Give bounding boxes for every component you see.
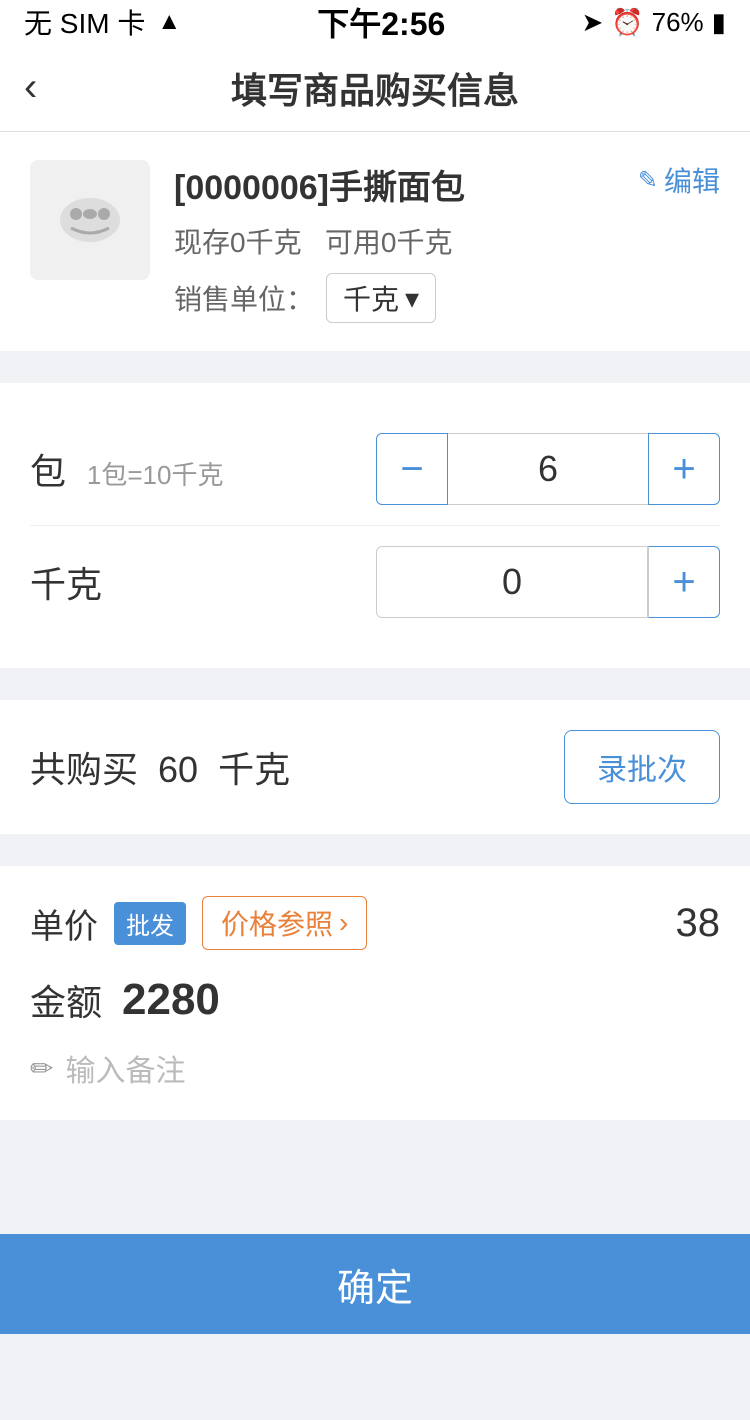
- status-bar: 无 SIM 卡 ▲ 下午2:56 ➤ ⏰ 76% ▮: [0, 0, 750, 44]
- product-thumbnail: [30, 160, 150, 280]
- separator-1: [0, 367, 750, 383]
- product-info: [0000006]手撕面包 ✎ 编辑 现存0千克 可用0千克 销售单位： 千克 …: [174, 160, 720, 323]
- alarm-icon: ⏰: [611, 7, 643, 38]
- battery-icon: ▮: [712, 7, 726, 38]
- qty-plus-bao[interactable]: +: [648, 433, 720, 505]
- price-section: 单价 批发 价格参照 › 38 金额 2280 ✏ 输入备注: [0, 866, 750, 1120]
- summary-text: 共购买 60 千克: [30, 741, 290, 793]
- product-unit: 销售单位： 千克 ▾: [174, 273, 720, 323]
- product-name: [0000006]手撕面包: [174, 160, 465, 209]
- qty-label-kg: 千克: [30, 556, 102, 608]
- qty-input-kg[interactable]: [376, 546, 648, 618]
- qty-input-bao[interactable]: [448, 433, 648, 505]
- status-right: ➤ ⏰ 76% ▮: [581, 7, 726, 38]
- confirm-button[interactable]: 确定: [0, 1234, 750, 1334]
- quantity-row-bao: 包 1包=10千克 − +: [30, 413, 720, 526]
- quantity-row-kg: 千克 +: [30, 526, 720, 638]
- amount-row: 金额 2280: [30, 974, 720, 1026]
- location-icon: ➤: [581, 7, 603, 38]
- price-ref-button[interactable]: 价格参照 ›: [202, 896, 367, 950]
- qty-minus-bao[interactable]: −: [376, 433, 448, 505]
- wifi-icon: ▲: [157, 8, 181, 36]
- edit-button[interactable]: ✎ 编辑: [638, 160, 720, 200]
- summary-amount: 60: [158, 749, 198, 790]
- remark-placeholder[interactable]: 输入备注: [65, 1046, 185, 1090]
- pencil-icon: ✏: [30, 1052, 53, 1085]
- carrier-text: 无 SIM 卡: [24, 2, 145, 42]
- qty-plus-kg[interactable]: +: [648, 546, 720, 618]
- product-stock: 现存0千克 可用0千克: [174, 221, 720, 261]
- batch-button[interactable]: 录批次: [564, 730, 720, 804]
- price-row: 单价 批发 价格参照 › 38: [30, 896, 720, 950]
- separator-2: [0, 684, 750, 700]
- summary-section: 共购买 60 千克 录批次: [0, 700, 750, 834]
- qty-controls-bao: − +: [376, 433, 720, 505]
- remark-row[interactable]: ✏ 输入备注: [30, 1046, 720, 1090]
- price-tag: 批发: [114, 902, 186, 945]
- qty-label-bao: 包 1包=10千克: [30, 443, 223, 495]
- price-value: 38: [676, 901, 721, 946]
- page-title: 填写商品购买信息: [231, 62, 519, 114]
- unit-select[interactable]: 千克 ▾: [326, 273, 436, 323]
- separator-3: [0, 850, 750, 866]
- status-left: 无 SIM 卡 ▲: [24, 2, 181, 42]
- product-card: [0000006]手撕面包 ✎ 编辑 现存0千克 可用0千克 销售单位： 千克 …: [0, 132, 750, 351]
- amount-label: 金额: [30, 974, 102, 1026]
- amount-value: 2280: [122, 975, 220, 1025]
- battery-text: 76%: [652, 7, 704, 38]
- qty-controls-kg: +: [376, 546, 720, 618]
- status-time: 下午2:56: [317, 0, 445, 45]
- price-label: 单价: [30, 899, 98, 948]
- back-button[interactable]: ‹: [24, 65, 37, 110]
- nav-bar: ‹ 填写商品购买信息: [0, 44, 750, 132]
- quantity-section: 包 1包=10千克 − + 千克 +: [0, 383, 750, 668]
